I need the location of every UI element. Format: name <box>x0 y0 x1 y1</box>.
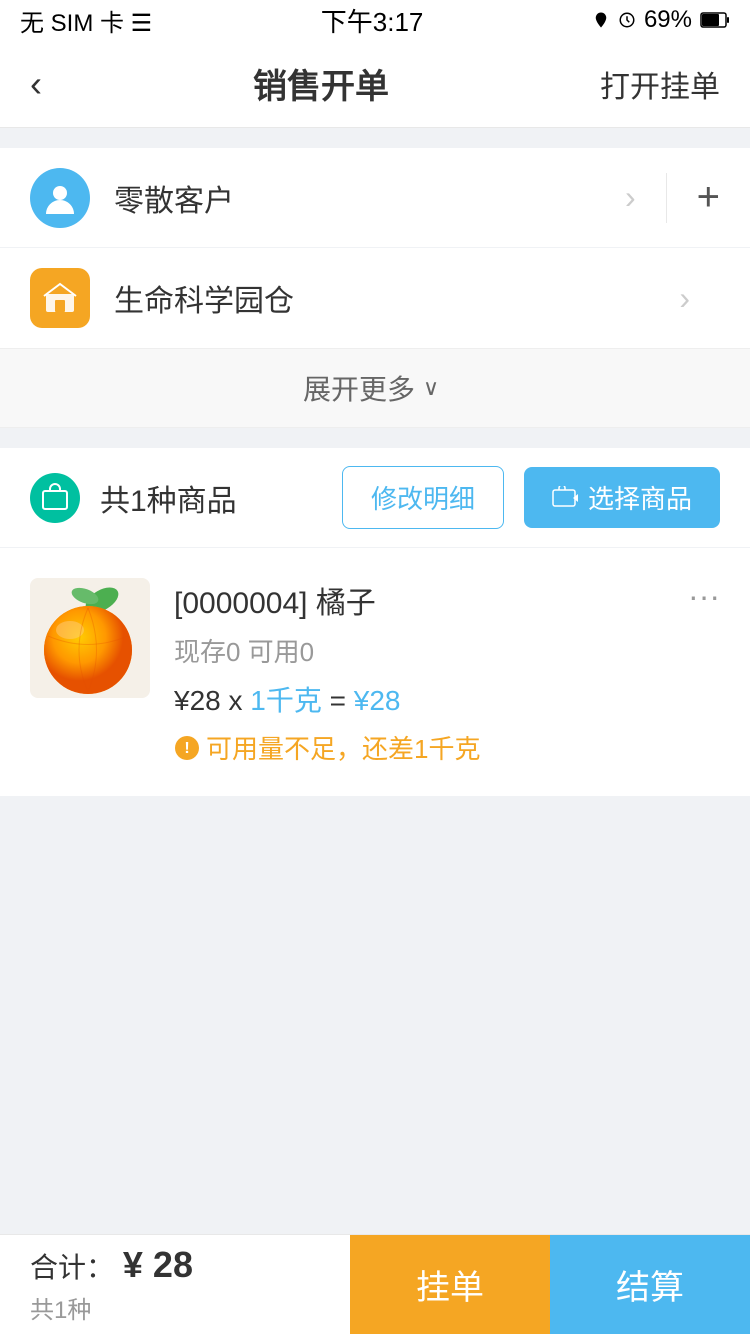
select-product-label: 选择商品 <box>588 479 692 516</box>
orange-svg <box>30 578 150 698</box>
cart-icon <box>40 483 70 513</box>
product-info: [0000004] 橘子 现存0 可用0 ¥28 x 1千克 = ¥28 ! 可… <box>174 578 664 766</box>
products-header: 共1种商品 修改明细 选择商品 <box>0 448 750 548</box>
quantity: 1千克 <box>250 685 322 716</box>
warehouse-building-icon <box>42 280 78 316</box>
customer-row[interactable]: 零散客户 › + <box>0 148 750 248</box>
expand-chevron-icon: ∨ <box>423 375 439 401</box>
svg-text:!: ! <box>184 740 189 757</box>
empty-area <box>0 797 750 1227</box>
vertical-divider <box>666 173 667 223</box>
warning-icon: ! <box>174 735 200 761</box>
status-time: 下午3:17 <box>321 2 424 39</box>
expand-more-button[interactable]: 展开更多 ∨ <box>0 348 750 428</box>
status-left: 无 SIM 卡 ☰ <box>20 3 152 38</box>
multiply-sign: x <box>229 685 251 716</box>
customer-chevron-icon: › <box>625 179 636 216</box>
battery-percent: 69% <box>644 6 692 34</box>
modify-detail-button[interactable]: 修改明细 <box>342 466 504 529</box>
nav-bar: ‹ 销售开单 打开挂单 <box>0 40 750 128</box>
sim-status: 无 SIM 卡 ☰ <box>20 3 152 38</box>
battery-icon <box>700 11 730 29</box>
back-button[interactable]: ‹ <box>30 63 42 105</box>
status-bar: 无 SIM 卡 ☰ 下午3:17 69% <box>0 0 750 40</box>
product-warning: ! 可用量不足，还差1千克 <box>174 729 664 766</box>
select-product-icon <box>552 486 580 510</box>
warehouse-chevron-icon: › <box>679 280 690 317</box>
customer-name: 零散客户 <box>114 176 625 220</box>
warehouse-row[interactable]: 生命科学园仓 › <box>0 248 750 348</box>
product-image <box>30 578 150 698</box>
product-item: [0000004] 橘子 现存0 可用0 ¥28 x 1千克 = ¥28 ! 可… <box>0 548 750 797</box>
more-options-button[interactable]: ··· <box>688 578 720 615</box>
products-icon <box>30 473 80 523</box>
total-count: 共1种 <box>30 1290 320 1325</box>
add-customer-button[interactable]: + <box>697 175 720 220</box>
total-section: 合计： ¥ 28 共1种 <box>0 1244 350 1325</box>
customer-avatar <box>30 168 90 228</box>
equals-sign: = <box>330 685 354 716</box>
warehouse-name: 生命科学园仓 <box>114 276 679 320</box>
alarm-icon <box>618 11 636 29</box>
total-amount: 合计： ¥ 28 <box>30 1244 320 1286</box>
page-title: 销售开单 <box>253 59 389 108</box>
checkout-button[interactable]: 结算 <box>550 1235 750 1334</box>
product-title: 橘子 <box>316 587 376 620</box>
status-right: 69% <box>592 6 730 34</box>
product-name: [0000004] 橘子 <box>174 578 664 622</box>
location-icon <box>592 11 610 29</box>
product-price: ¥28 x 1千克 = ¥28 <box>174 679 664 719</box>
product-stock: 现存0 可用0 <box>174 632 664 669</box>
person-icon <box>42 180 78 216</box>
expand-more-label: 展开更多 <box>303 368 415 408</box>
hold-order-button[interactable]: 挂单 <box>350 1235 550 1334</box>
select-product-button[interactable]: 选择商品 <box>524 467 720 528</box>
total-label: 合计： <box>30 1252 114 1283</box>
warning-text: 可用量不足，还差1千克 <box>206 729 480 766</box>
products-count: 共1种商品 <box>100 476 342 520</box>
price-unit: ¥28 <box>174 685 221 716</box>
product-code: [0000004] <box>174 587 307 620</box>
warehouse-icon <box>30 268 90 328</box>
total-price: ¥28 <box>354 685 401 716</box>
separator-1 <box>0 128 750 148</box>
open-hold-button[interactable]: 打开挂单 <box>600 62 720 106</box>
total-value: ¥ 28 <box>123 1244 193 1285</box>
bottom-bar: 合计： ¥ 28 共1种 挂单 结算 <box>0 1234 750 1334</box>
